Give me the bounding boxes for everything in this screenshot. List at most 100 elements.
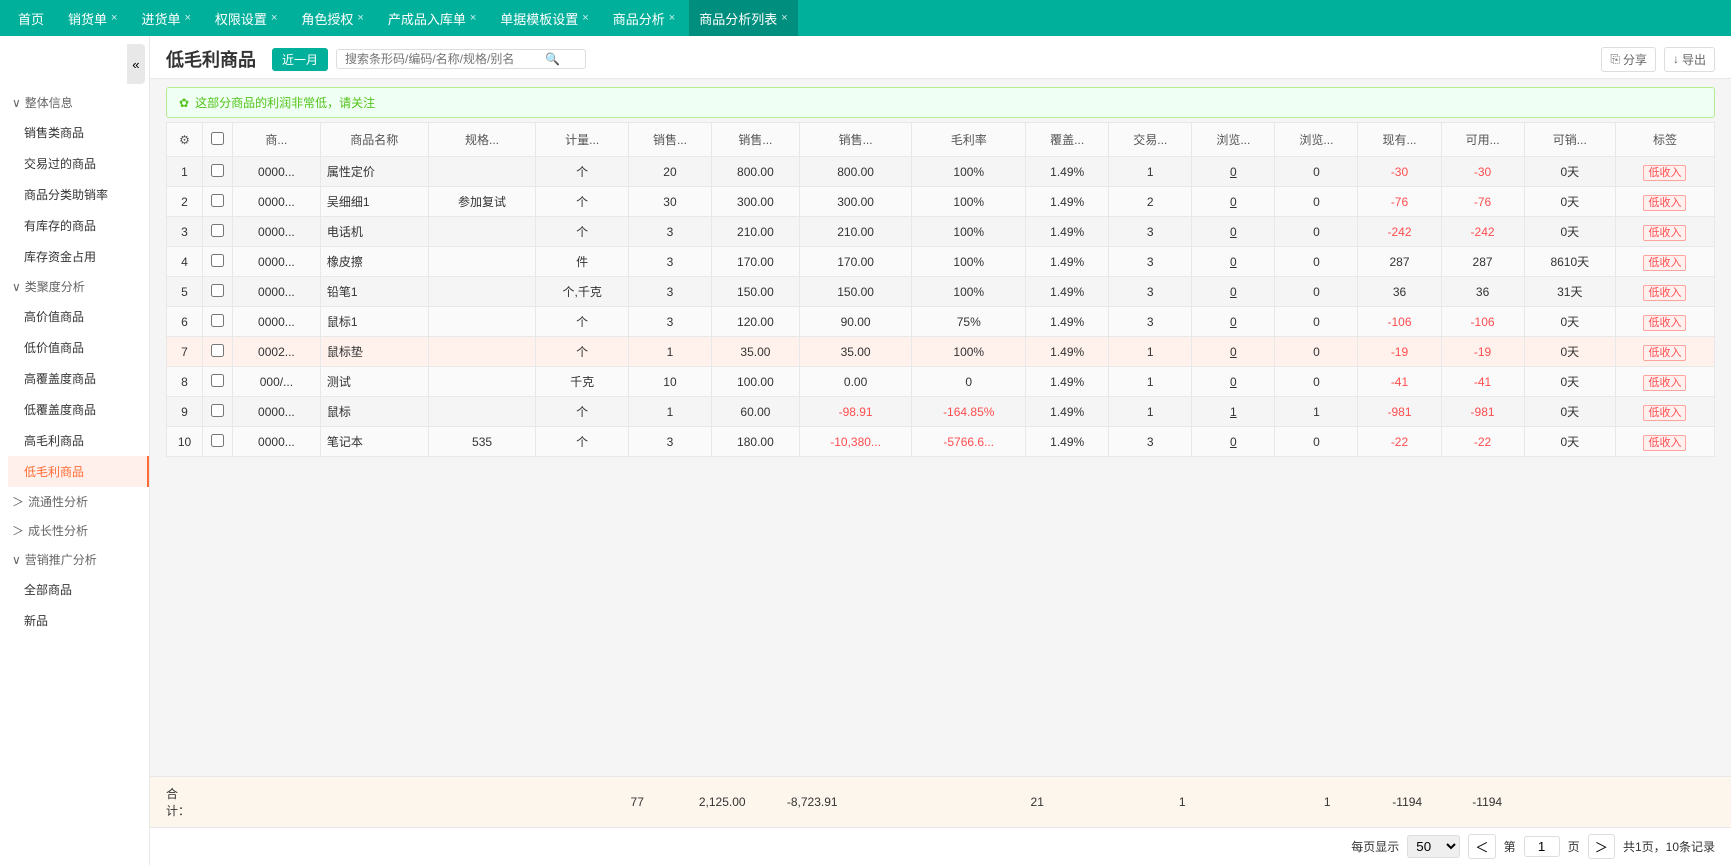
close-icon[interactable]: × (781, 12, 787, 24)
export-button[interactable]: ↓ 导出 (1664, 47, 1715, 72)
row-checkbox[interactable] (203, 217, 233, 247)
next-page-button[interactable]: ＞ (1588, 834, 1615, 859)
row-sales-amount: 300.00 (712, 187, 800, 217)
nav-products-in[interactable]: 产成品入库单 × (378, 0, 486, 36)
search-icon[interactable]: 🔍 (545, 52, 560, 66)
sidebar-item-new-goods[interactable]: 新品 (8, 605, 149, 636)
row-views1[interactable]: 0 (1192, 187, 1275, 217)
nav-analysis-list[interactable]: 商品分析列表 × (689, 0, 797, 36)
table-row[interactable]: 1 0000... 属性定价 个 20 800.00 800.00 100% 1… (167, 157, 1715, 187)
sidebar-collapse-button[interactable]: « (127, 44, 145, 84)
row-views1[interactable]: 0 (1192, 157, 1275, 187)
close-icon[interactable]: × (111, 12, 117, 24)
sidebar-item-low-margin[interactable]: 低毛利商品 (8, 456, 149, 487)
table-row[interactable]: 6 0000... 鼠标1 个 3 120.00 90.00 75% 1.49%… (167, 307, 1715, 337)
nav-permissions[interactable]: 权限设置 × (205, 0, 287, 36)
sidebar-item-category-rate[interactable]: 商品分类助销率 (8, 179, 149, 210)
select-all-checkbox[interactable] (211, 132, 224, 145)
close-icon[interactable]: × (669, 12, 675, 24)
row-name[interactable]: 鼠标1 (320, 307, 428, 337)
sidebar-item-traded-goods[interactable]: 交易过的商品 (8, 148, 149, 179)
nav-sales[interactable]: 销货单 × (58, 0, 127, 36)
row-coverage: 1.49% (1026, 217, 1109, 247)
row-views2: 0 (1275, 157, 1358, 187)
row-checkbox[interactable] (203, 157, 233, 187)
close-icon[interactable]: × (357, 12, 363, 24)
row-checkbox[interactable] (203, 277, 233, 307)
table-row[interactable]: 3 0000... 电话机 个 3 210.00 210.00 100% 1.4… (167, 217, 1715, 247)
per-page-label: 每页显示 (1351, 838, 1399, 855)
sidebar-item-high-coverage[interactable]: 高覆盖度商品 (8, 363, 149, 394)
row-profit-rate: 100% (912, 187, 1026, 217)
row-views1[interactable]: 0 (1192, 427, 1275, 457)
row-checkbox[interactable] (203, 307, 233, 337)
row-name[interactable]: 电话机 (320, 217, 428, 247)
per-page-select[interactable]: 50 100 200 (1407, 835, 1460, 858)
row-views1[interactable]: 0 (1192, 337, 1275, 367)
table-row[interactable]: 2 0000... 吴细细1 参加复试 个 30 300.00 300.00 1… (167, 187, 1715, 217)
sidebar-group-overall[interactable]: ∨ 整体信息 (0, 88, 149, 117)
table-row[interactable]: 4 0000... 橡皮擦 件 3 170.00 170.00 100% 1.4… (167, 247, 1715, 277)
time-filter-button[interactable]: 近一月 (272, 48, 328, 71)
sidebar-item-stocked-goods[interactable]: 有库存的商品 (8, 210, 149, 241)
row-checkbox[interactable] (203, 427, 233, 457)
nav-home[interactable]: 首页 (8, 0, 54, 36)
row-checkbox[interactable] (203, 367, 233, 397)
sidebar-item-high-value[interactable]: 高价值商品 (8, 301, 149, 332)
sidebar-item-sales-goods[interactable]: 销售类商品 (8, 117, 149, 148)
sidebar-item-high-margin[interactable]: 高毛利商品 (8, 425, 149, 456)
row-checkbox[interactable] (203, 247, 233, 277)
search-input[interactable] (345, 52, 545, 66)
row-tag: 低收入 (1615, 277, 1714, 307)
row-spec (428, 217, 536, 247)
sidebar-item-low-value[interactable]: 低价值商品 (8, 332, 149, 363)
col-check-all[interactable] (203, 123, 233, 157)
col-settings[interactable]: ⚙ (167, 123, 203, 157)
row-checkbox[interactable] (203, 397, 233, 427)
row-name[interactable]: 鼠标 (320, 397, 428, 427)
row-unit: 个 (536, 187, 628, 217)
nav-analysis[interactable]: 商品分析 × (603, 0, 685, 36)
row-views1[interactable]: 0 (1192, 217, 1275, 247)
row-checkbox[interactable] (203, 187, 233, 217)
sidebar-item-all-goods[interactable]: 全部商品 (8, 574, 149, 605)
row-salable: 31天 (1524, 277, 1615, 307)
row-name[interactable]: 属性定价 (320, 157, 428, 187)
row-coverage: 1.49% (1026, 277, 1109, 307)
row-views1[interactable]: 0 (1192, 307, 1275, 337)
sidebar-group-flow[interactable]: ＞ 流通性分析 (0, 487, 149, 516)
table-row[interactable]: 9 0000... 鼠标 个 1 60.00 -98.91 -164.85% 1… (167, 397, 1715, 427)
nav-purchase[interactable]: 进货单 × (131, 0, 200, 36)
nav-roles[interactable]: 角色授权 × (291, 0, 373, 36)
sidebar-item-low-coverage[interactable]: 低覆盖度商品 (8, 394, 149, 425)
close-icon[interactable]: × (470, 12, 476, 24)
close-icon[interactable]: × (184, 12, 190, 24)
row-name[interactable]: 测试 (320, 367, 428, 397)
table-row[interactable]: 10 0000... 笔记本 535 个 3 180.00 -10,380...… (167, 427, 1715, 457)
sidebar-group-cluster[interactable]: ∨ 类聚度分析 (0, 272, 149, 301)
table-row[interactable]: 7 0002... 鼠标垫 个 1 35.00 35.00 100% 1.49%… (167, 337, 1715, 367)
row-views1[interactable]: 0 (1192, 247, 1275, 277)
sidebar-group-growth[interactable]: ＞ 成长性分析 (0, 516, 149, 545)
sidebar-item-stock-capital[interactable]: 库存资金占用 (8, 241, 149, 272)
close-icon[interactable]: × (271, 12, 277, 24)
row-name[interactable]: 橡皮擦 (320, 247, 428, 277)
row-name[interactable]: 笔记本 (320, 427, 428, 457)
sidebar-group-marketing[interactable]: ∨ 营销推广分析 (0, 545, 149, 574)
row-spec (428, 157, 536, 187)
close-icon[interactable]: × (582, 12, 588, 24)
table-row[interactable]: 5 0000... 铅笔1 个,千克 3 150.00 150.00 100% … (167, 277, 1715, 307)
row-name[interactable]: 鼠标垫 (320, 337, 428, 367)
row-views1[interactable]: 1 (1192, 397, 1275, 427)
row-profit-rate: 100% (912, 337, 1026, 367)
page-input[interactable] (1524, 836, 1560, 857)
row-name[interactable]: 铅笔1 (320, 277, 428, 307)
row-name[interactable]: 吴细细1 (320, 187, 428, 217)
table-row[interactable]: 8 000/... 测试 千克 10 100.00 0.00 0 1.49% 1… (167, 367, 1715, 397)
row-views1[interactable]: 0 (1192, 277, 1275, 307)
row-views1[interactable]: 0 (1192, 367, 1275, 397)
prev-page-button[interactable]: ＜ (1468, 834, 1495, 859)
row-checkbox[interactable] (203, 337, 233, 367)
nav-template[interactable]: 单据模板设置 × (490, 0, 598, 36)
share-button[interactable]: ⎘ 分享 (1601, 47, 1656, 72)
